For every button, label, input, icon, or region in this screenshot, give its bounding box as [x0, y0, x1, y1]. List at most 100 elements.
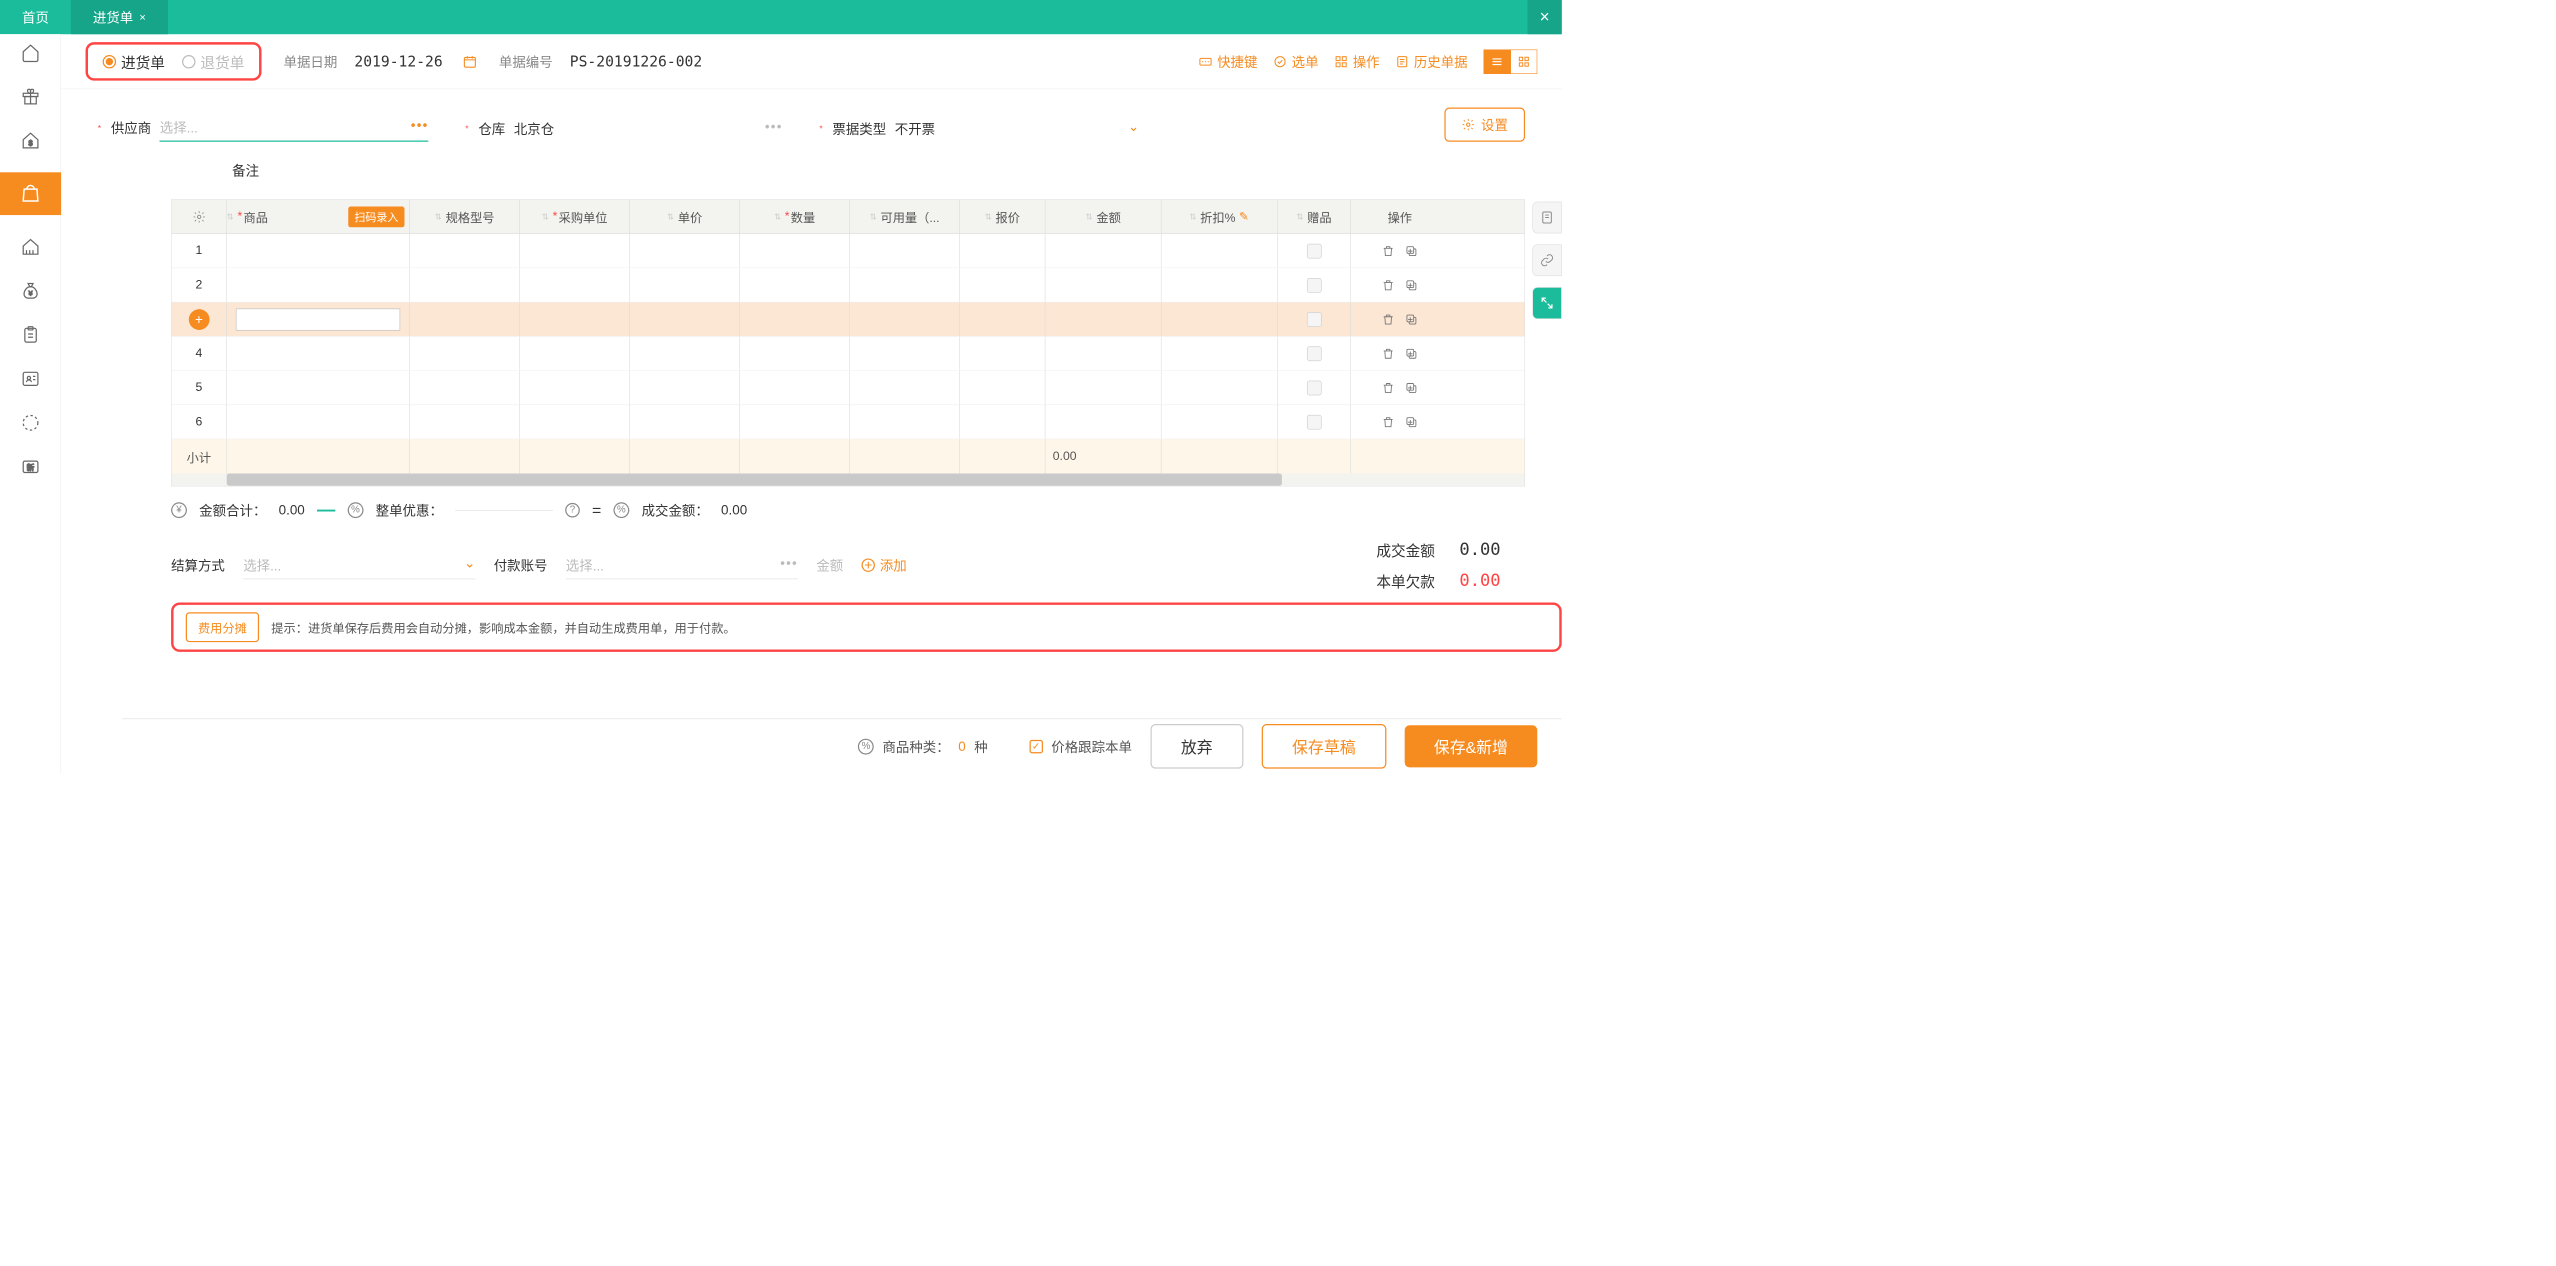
contacts-icon[interactable]: [18, 367, 42, 391]
add-payment-button[interactable]: +添加: [862, 555, 907, 575]
col-gift[interactable]: ⇅赠品: [1278, 200, 1351, 234]
date-value[interactable]: 2019-12-26: [354, 53, 442, 70]
clipboard-icon[interactable]: [18, 323, 42, 347]
col-discount[interactable]: ⇅折扣% ✎: [1162, 200, 1278, 234]
svg-text:¥: ¥: [28, 291, 32, 298]
add-row-icon[interactable]: +: [188, 309, 209, 330]
col-price[interactable]: ⇅单价: [630, 200, 740, 234]
delete-icon[interactable]: [1381, 347, 1394, 360]
discard-button[interactable]: 放弃: [1150, 724, 1243, 769]
bag-icon[interactable]: [0, 172, 61, 215]
history-button[interactable]: 历史单据: [1396, 52, 1468, 72]
close-icon[interactable]: ×: [139, 11, 145, 24]
moneybag-icon[interactable]: ¥: [18, 279, 42, 303]
supplier-select[interactable]: 选择...•••: [160, 114, 429, 142]
kinds-value: 0: [958, 738, 965, 754]
warehouse-select[interactable]: 北京仓•••: [514, 115, 783, 142]
shortcut-button[interactable]: 快捷键: [1199, 52, 1258, 72]
kinds-unit: 种: [974, 737, 987, 757]
draft-button[interactable]: 保存草稿: [1261, 724, 1386, 769]
deal-label: 成交金额：: [642, 500, 709, 520]
kinds-label: 商品种类：: [882, 737, 949, 757]
fee-allocation-button[interactable]: 费用分摊: [186, 612, 259, 642]
kinds-icon: %: [858, 738, 874, 754]
gift-checkbox[interactable]: [1307, 312, 1322, 327]
settings-button[interactable]: 设置: [1444, 108, 1525, 142]
tip-text: 提示：进货单保存后费用会自动分摊，影响成本金额，并自动生成费用单，用于付款。: [271, 618, 735, 636]
subtotal-label: 小计: [172, 439, 227, 473]
date-label: 单据日期: [284, 52, 338, 72]
calendar-icon[interactable]: [462, 54, 477, 69]
link-icon[interactable]: [1532, 244, 1561, 276]
gift-checkbox[interactable]: [1307, 415, 1322, 430]
operation-button[interactable]: 操作: [1334, 52, 1379, 72]
home-icon[interactable]: [18, 40, 42, 64]
view-list-icon[interactable]: [1484, 49, 1511, 73]
deal-value: 0.00: [721, 502, 747, 518]
col-quote[interactable]: ⇅报价: [960, 200, 1046, 234]
gift-checkbox[interactable]: [1307, 278, 1322, 293]
delete-icon[interactable]: [1381, 313, 1394, 326]
sync-icon[interactable]: [18, 411, 42, 435]
copy-icon[interactable]: [1405, 278, 1418, 291]
col-avail[interactable]: ⇅可用量（...: [850, 200, 960, 234]
gift-checkbox[interactable]: [1307, 243, 1322, 258]
tab-home[interactable]: 首页: [0, 0, 71, 34]
summary-deal-label: 成交金额: [1376, 539, 1435, 560]
scan-badge[interactable]: 扫码录入: [348, 206, 404, 227]
help-icon[interactable]: ?: [565, 503, 580, 518]
track-checkbox[interactable]: ✓: [1029, 740, 1042, 753]
gift-checkbox[interactable]: [1307, 380, 1322, 395]
percent-icon: %: [348, 502, 364, 518]
payment-amount-label: 金额: [816, 555, 843, 575]
svg-text:$: $: [28, 138, 32, 147]
view-grid-icon[interactable]: [1510, 49, 1537, 73]
table-row[interactable]: 6: [172, 405, 1525, 439]
payment-account-select[interactable]: 选择...•••: [566, 551, 798, 578]
table-row[interactable]: 2: [172, 268, 1525, 302]
tab-purchase[interactable]: 进货单×: [71, 0, 168, 34]
col-amount[interactable]: ⇅金额: [1045, 200, 1161, 234]
equals-icon: =: [592, 501, 601, 520]
expand-icon[interactable]: [1532, 287, 1561, 319]
warehouse-label: 仓库: [478, 119, 505, 139]
doc-type-radio-group: 进货单 退货单: [86, 42, 262, 80]
items-table: ⇅*商品扫码录入 ⇅规格型号 ⇅*采购单位 ⇅单价 ⇅*数量 ⇅可用量（... …: [171, 199, 1525, 486]
building-icon[interactable]: [18, 235, 42, 259]
money-house-icon[interactable]: $: [18, 128, 42, 152]
new-icon[interactable]: 新: [18, 455, 42, 479]
col-product[interactable]: ⇅*商品扫码录入: [227, 200, 410, 234]
percent-icon2: %: [613, 502, 629, 518]
radio-return[interactable]: 退货单: [182, 51, 244, 72]
table-row[interactable]: 4: [172, 337, 1525, 371]
copy-icon[interactable]: [1405, 415, 1418, 428]
col-qty[interactable]: ⇅*数量: [740, 200, 850, 234]
delete-icon[interactable]: [1381, 381, 1394, 394]
gift-icon[interactable]: [18, 84, 42, 108]
delete-icon[interactable]: [1381, 244, 1394, 257]
sidebar: $ ¥ 新: [0, 34, 61, 773]
copy-icon[interactable]: [1405, 244, 1418, 257]
copy-icon[interactable]: [1405, 381, 1418, 394]
supplier-label: 供应商: [111, 118, 151, 138]
table-row[interactable]: 1: [172, 234, 1525, 268]
table-scrollbar[interactable]: [172, 474, 1525, 486]
delete-icon[interactable]: [1381, 415, 1394, 428]
invoice-select[interactable]: 不开票⌄: [895, 115, 1139, 142]
payment-method-select[interactable]: 选择...⌄: [243, 551, 475, 578]
table-row[interactable]: 5: [172, 371, 1525, 405]
close-panel-icon[interactable]: ×: [1528, 0, 1562, 34]
gift-checkbox[interactable]: [1307, 346, 1322, 361]
col-spec[interactable]: ⇅规格型号: [410, 200, 520, 234]
note-icon[interactable]: [1532, 202, 1561, 234]
delete-icon[interactable]: [1381, 278, 1394, 291]
table-row[interactable]: +: [172, 302, 1525, 336]
copy-icon[interactable]: [1405, 347, 1418, 360]
select-button[interactable]: 选单: [1273, 52, 1318, 72]
gear-icon[interactable]: [172, 200, 227, 234]
copy-icon[interactable]: [1405, 313, 1418, 326]
top-tabs: 首页 进货单× ×: [0, 0, 1562, 34]
col-unit[interactable]: ⇅*采购单位: [520, 200, 630, 234]
radio-purchase[interactable]: 进货单: [103, 51, 165, 72]
save-button[interactable]: 保存&新增: [1404, 725, 1537, 767]
